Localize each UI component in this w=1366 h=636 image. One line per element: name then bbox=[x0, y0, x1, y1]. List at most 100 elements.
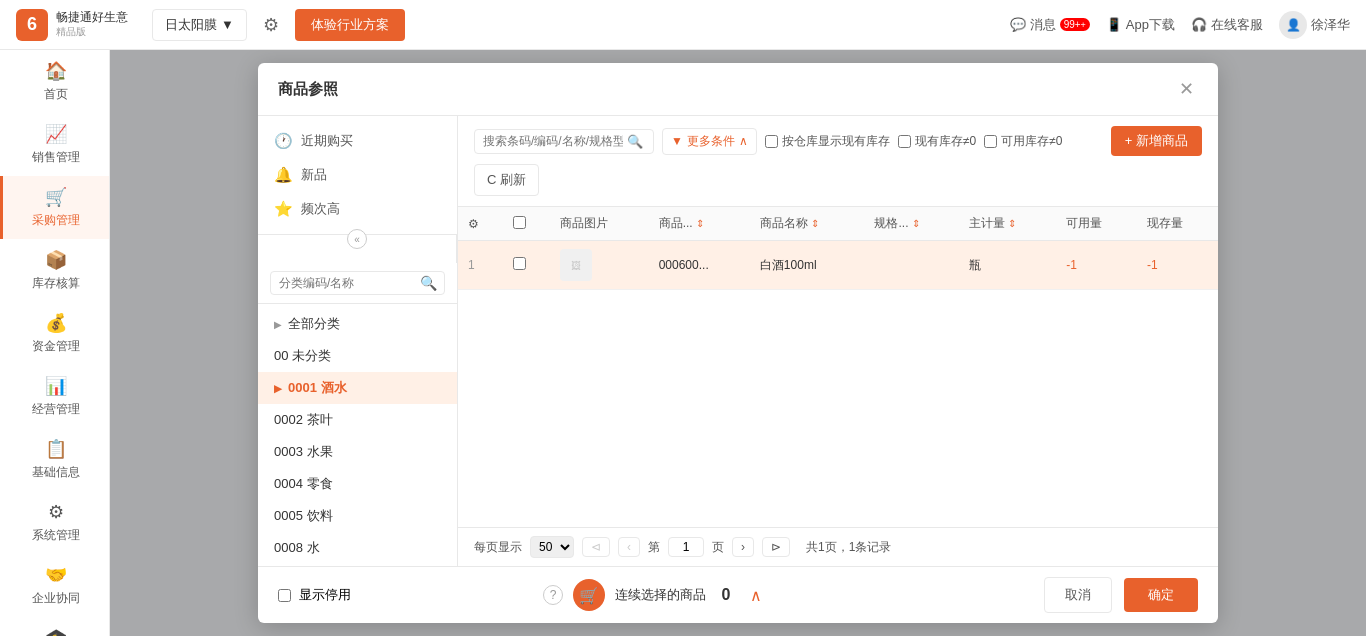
messages-badge: 99++ bbox=[1060, 18, 1090, 31]
category-search-input[interactable] bbox=[270, 271, 445, 295]
first-page-button[interactable]: ⊲ bbox=[582, 537, 610, 557]
sidebar-item-purchase[interactable]: 🛒 采购管理 bbox=[0, 176, 109, 239]
product-search-icon[interactable]: 🔍 bbox=[627, 134, 643, 149]
settings-icon[interactable]: ⚙ bbox=[255, 9, 287, 41]
checkbox-current-stock[interactable]: 现有库存≠0 bbox=[898, 133, 976, 150]
confirm-button[interactable]: 确定 bbox=[1124, 578, 1198, 612]
tab-recent-purchase[interactable]: 🕐 近期购买 bbox=[258, 124, 457, 158]
headset-icon: 🎧 bbox=[1191, 17, 1207, 32]
page-label: 第 bbox=[648, 539, 660, 556]
sort-arrow-spec: ⇕ bbox=[912, 218, 920, 229]
sidebar-item-system[interactable]: ⚙ 系统管理 bbox=[0, 491, 109, 554]
product-search-input[interactable] bbox=[483, 134, 623, 148]
tab-frequent[interactable]: ⭐ 频次高 bbox=[258, 192, 457, 226]
category-item-fruit[interactable]: 0003 水果 bbox=[258, 436, 457, 468]
collapse-left-panel-button[interactable]: « bbox=[347, 229, 367, 249]
category-item-water[interactable]: 0008 水 bbox=[258, 532, 457, 564]
row-stock: -1 bbox=[1137, 241, 1218, 290]
tab-new-product[interactable]: 🔔 新品 bbox=[258, 158, 457, 192]
sidebar-item-sales[interactable]: 📈 销售管理 bbox=[0, 113, 109, 176]
collapse-cart-button[interactable]: ∧ bbox=[746, 582, 766, 609]
category-label-00: 00 未分类 bbox=[274, 347, 331, 365]
category-label-0003: 0003 水果 bbox=[274, 443, 333, 461]
checkbox-available-stock-input[interactable] bbox=[984, 135, 997, 148]
category-item-appliance[interactable]: 0010 家电 bbox=[258, 564, 457, 566]
user-area[interactable]: 👤 徐泽华 bbox=[1279, 11, 1350, 39]
checkbox-warehouse-stock-label: 按仓库显示现有库存 bbox=[782, 133, 890, 150]
checkbox-current-stock-label: 现有库存≠0 bbox=[915, 133, 976, 150]
help-icon[interactable]: ? bbox=[543, 585, 563, 605]
logo-sub: 精品版 bbox=[56, 25, 128, 39]
sort-arrow-code: ⇕ bbox=[696, 218, 704, 229]
add-product-button[interactable]: + 新增商品 bbox=[1111, 126, 1202, 156]
per-page-select[interactable]: 50 bbox=[530, 536, 574, 558]
footer-right: 取消 确定 bbox=[1044, 577, 1198, 613]
row-select-checkbox[interactable] bbox=[513, 257, 526, 270]
checkbox-warehouse-stock-input[interactable] bbox=[765, 135, 778, 148]
sidebar-item-collab[interactable]: 🤝 企业协同 bbox=[0, 554, 109, 617]
page-total-info: 共1页，1条记录 bbox=[806, 539, 891, 556]
store-dropdown[interactable]: 日太阳膜 ▼ bbox=[152, 9, 247, 41]
sidebar-item-inventory[interactable]: 📦 库存核算 bbox=[0, 239, 109, 302]
th-code[interactable]: 商品... ⇕ bbox=[649, 207, 750, 241]
sidebar-label-collab: 企业协同 bbox=[32, 590, 80, 607]
prev-page-button[interactable]: ‹ bbox=[618, 537, 640, 557]
messages-btn[interactable]: 💬 消息 99++ bbox=[1010, 16, 1090, 34]
sidebar-item-guide[interactable]: 🎓 新手引导 bbox=[0, 617, 109, 636]
next-page-button[interactable]: › bbox=[732, 537, 754, 557]
select-all-checkbox[interactable] bbox=[513, 216, 526, 229]
th-code-label: 商品... bbox=[659, 216, 693, 230]
th-spec[interactable]: 规格... ⇕ bbox=[864, 207, 958, 241]
logo-text-area: 畅捷通好生意 精品版 bbox=[56, 10, 128, 38]
show-disabled-label: 显示停用 bbox=[299, 586, 351, 604]
service-btn[interactable]: 🎧 在线客服 bbox=[1191, 16, 1263, 34]
checkbox-available-stock-label: 可用库存≠0 bbox=[1001, 133, 1062, 150]
cart-area: ? 🛒 连续选择的商品 0 ∧ bbox=[543, 579, 766, 611]
sidebar-item-basic[interactable]: 📋 基础信息 bbox=[0, 428, 109, 491]
th-unit[interactable]: 主计量 ⇕ bbox=[959, 207, 1056, 241]
category-item-drink[interactable]: 0005 饮料 bbox=[258, 500, 457, 532]
table-settings-icon[interactable]: ⚙ bbox=[458, 207, 503, 241]
nav-right: 💬 消息 99++ 📱 App下载 🎧 在线客服 👤 徐泽华 bbox=[1010, 11, 1350, 39]
category-search-area: 🔍 bbox=[258, 263, 457, 304]
sidebar-item-finance[interactable]: 💰 资金管理 bbox=[0, 302, 109, 365]
sidebar-item-home[interactable]: 🏠 首页 bbox=[0, 50, 109, 113]
cancel-button[interactable]: 取消 bbox=[1044, 577, 1112, 613]
trial-button[interactable]: 体验行业方案 bbox=[295, 9, 405, 41]
right-toolbar: 🔍 ▼ 更多条件 ∧ 按仓库显示现有库存 bbox=[458, 116, 1218, 207]
messages-label: 消息 bbox=[1030, 16, 1056, 34]
checkbox-warehouse-stock[interactable]: 按仓库显示现有库存 bbox=[765, 133, 890, 150]
category-item-all[interactable]: ▶ 全部分类 bbox=[258, 308, 457, 340]
checkbox-current-stock-input[interactable] bbox=[898, 135, 911, 148]
filter-button[interactable]: ▼ 更多条件 ∧ bbox=[662, 128, 757, 155]
show-disabled-checkbox[interactable] bbox=[278, 589, 291, 602]
category-arrow-0001: ▶ bbox=[274, 383, 282, 394]
category-label-0008: 0008 水 bbox=[274, 539, 320, 557]
last-page-button[interactable]: ⊳ bbox=[762, 537, 790, 557]
filter-chevron-icon: ∧ bbox=[739, 134, 748, 148]
refresh-button[interactable]: C 刷新 bbox=[474, 164, 539, 196]
table-row[interactable]: 1 🖼 000600... 白酒100ml bbox=[458, 241, 1218, 290]
category-item-alcohol[interactable]: ▶ 0001 酒水 bbox=[258, 372, 457, 404]
modal-close-button[interactable]: ✕ bbox=[1174, 77, 1198, 101]
page-unit: 页 bbox=[712, 539, 724, 556]
category-search-icon[interactable]: 🔍 bbox=[420, 275, 437, 291]
product-reference-modal: 商品参照 ✕ 🕐 近期购买 🔔 bbox=[258, 63, 1218, 623]
collab-icon: 🤝 bbox=[45, 564, 67, 586]
category-item-uncategorized[interactable]: 00 未分类 bbox=[258, 340, 457, 372]
cart-label: 连续选择的商品 bbox=[615, 586, 706, 604]
th-unit-label: 主计量 bbox=[969, 216, 1005, 230]
row-available: -1 bbox=[1056, 241, 1137, 290]
page-number-input[interactable] bbox=[668, 537, 704, 557]
category-item-tea[interactable]: 0002 茶叶 bbox=[258, 404, 457, 436]
cart-button[interactable]: 🛒 bbox=[573, 579, 605, 611]
category-item-snack[interactable]: 0004 零食 bbox=[258, 468, 457, 500]
sidebar-item-operation[interactable]: 📊 经营管理 bbox=[0, 365, 109, 428]
checkbox-available-stock[interactable]: 可用库存≠0 bbox=[984, 133, 1062, 150]
th-spec-label: 规格... bbox=[874, 216, 908, 230]
footer-left: 显示停用 bbox=[278, 586, 351, 604]
row-image: 🖼 bbox=[550, 241, 648, 290]
th-name[interactable]: 商品名称 ⇕ bbox=[750, 207, 865, 241]
filter-icon: ▼ bbox=[671, 134, 683, 148]
app-download-btn[interactable]: 📱 App下载 bbox=[1106, 16, 1175, 34]
